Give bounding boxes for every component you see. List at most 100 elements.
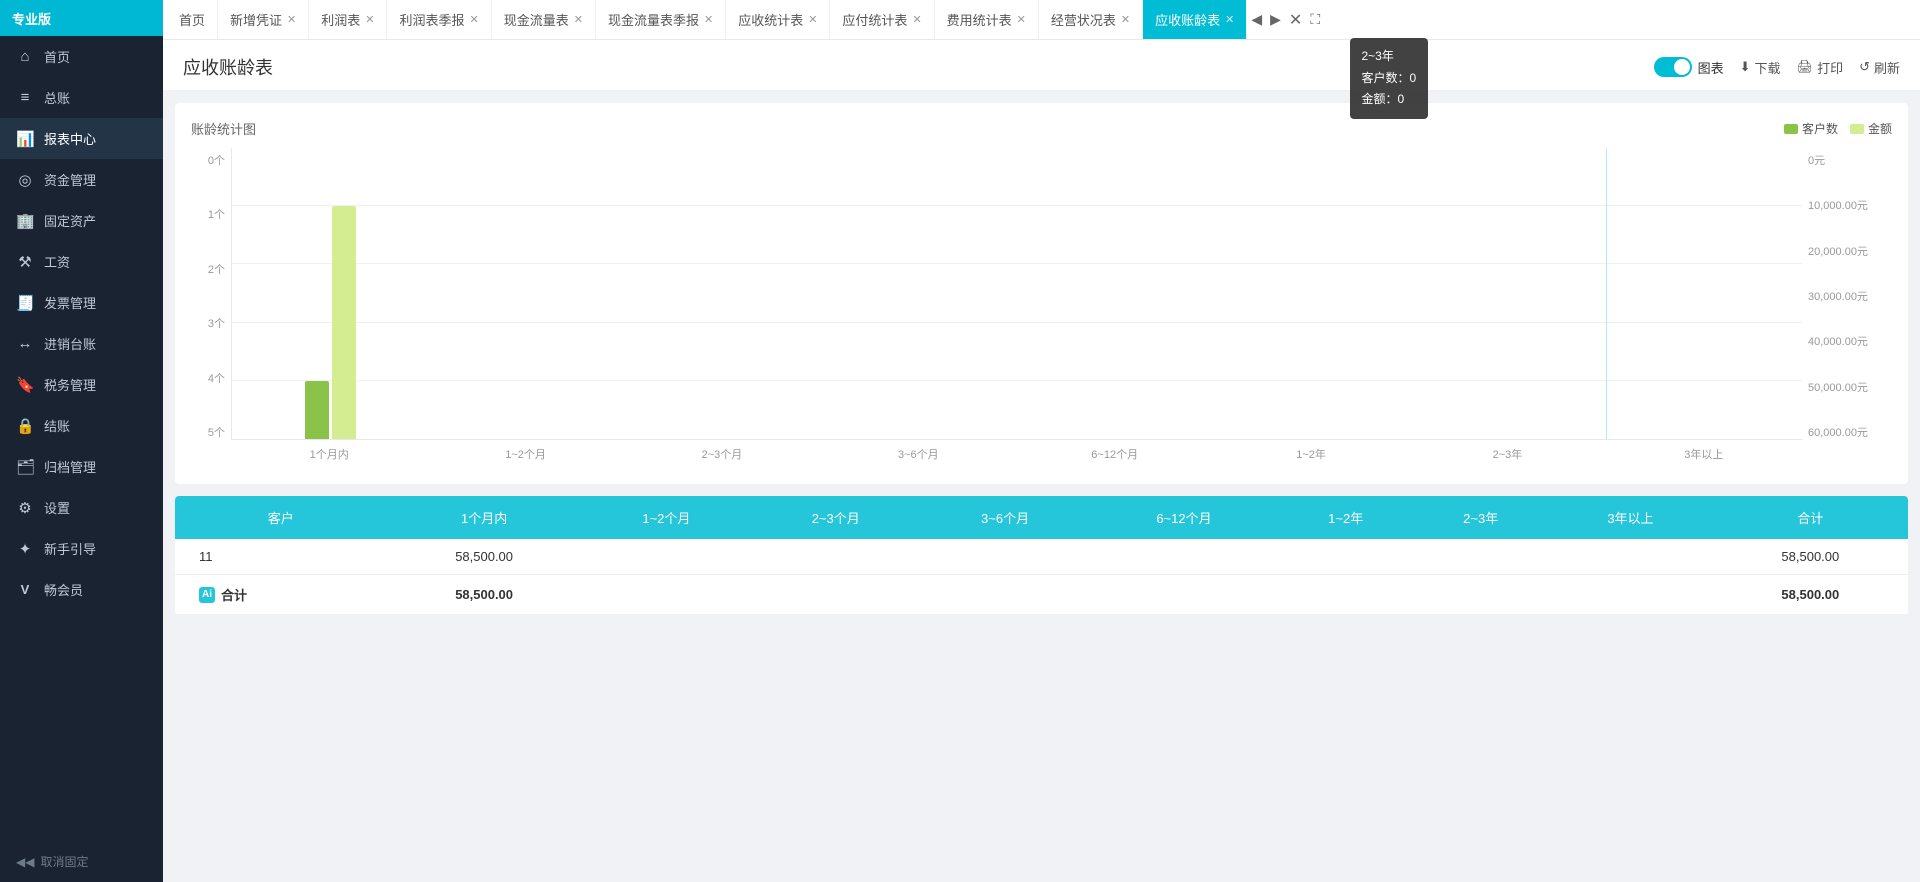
tab-ar-aging-close[interactable]: ✕ [1225,13,1234,26]
sidebar-item-inventory[interactable]: ↔ 进销台账 [0,323,163,364]
tab-ar-stat-close[interactable]: ✕ [808,13,817,26]
sidebar-logo: 专业版 [0,0,163,36]
member-icon: V [16,582,34,597]
tab-home-label: 首页 [179,10,205,29]
total-label-cell: Ai 合计 [175,575,387,615]
funds-icon: ◎ [16,171,34,189]
tab-biz-status[interactable]: 经营状况表 ✕ [1039,0,1143,39]
tab-cashflow-quarter[interactable]: 现金流量表季报 ✕ [596,0,726,39]
x-label-0: 1个月内 [231,446,427,462]
bar-group-7 [1606,148,1802,439]
tab-profit-close[interactable]: ✕ [365,13,374,26]
col-three-six: 3~6个月 [920,496,1089,539]
sidebar-item-closing[interactable]: 🔒 结账 [0,405,163,446]
main-content: 首页 新增凭证 ✕ 利润表 ✕ 利润表季报 ✕ 现金流量表 ✕ 现金流量表季报 … [163,0,1920,882]
legend-amount: 金额 [1850,120,1892,137]
x-label-6: 2~3年 [1409,446,1605,462]
pin-icon: ◀◀ [16,855,34,869]
refresh-button[interactable]: ↺ 刷新 [1859,58,1900,77]
row-customer: 11 [175,539,387,575]
tab-ar-stat[interactable]: 应收统计表 ✕ [726,0,830,39]
sidebar-label-inventory: 进销台账 [44,334,96,353]
tab-profit[interactable]: 利润表 ✕ [309,0,387,39]
download-button[interactable]: ⬇ 下载 [1740,58,1781,77]
sidebar-item-ledger[interactable]: ≡ 总账 [0,77,163,118]
sidebar-label-home: 首页 [44,47,70,66]
guide-icon: ✦ [16,540,34,558]
sidebar-item-guide[interactable]: ✦ 新手引导 [0,528,163,569]
tab-ap-stat-close[interactable]: ✕ [912,13,921,26]
legend-customer: 客户数 [1784,120,1838,137]
tab-next-button[interactable]: ▶ [1266,0,1285,39]
sidebar-item-salary[interactable]: ⚒ 工资 [0,241,163,282]
tab-profit-quarter-close[interactable]: ✕ [470,13,479,26]
table-section: 客户 1个月内 1~2个月 2~3个月 3~6个月 6~12个月 1~2年 2~… [175,496,1908,615]
tab-expand-button[interactable]: ⛶ [1306,11,1324,28]
col-over-three: 3年以上 [1548,496,1713,539]
chart-header: 账龄统计图 客户数 金额 [191,119,1892,138]
tab-expense-stat[interactable]: 费用统计表 ✕ [935,0,1039,39]
tab-voucher-close[interactable]: ✕ [287,13,296,26]
tab-prev-button[interactable]: ◀ [1247,0,1266,39]
chart-title: 账龄统计图 [191,119,256,138]
tooltip-period: 2~3年 [1362,46,1417,68]
print-button[interactable]: 🖨 打印 [1797,58,1844,77]
sidebar-item-funds[interactable]: ◎ 资金管理 [0,159,163,200]
bar-group-0 [232,148,428,439]
bar-group-1 [428,148,624,439]
sidebar-label-funds: 资金管理 [44,170,96,189]
bars-container: 2~3年 客户数：0 金额：0 [232,148,1802,439]
tab-biz-status-close[interactable]: ✕ [1121,13,1130,26]
total-one-two [582,575,751,615]
tab-ar-aging-label: 应收账龄表 [1155,10,1220,29]
col-customer: 客户 [175,496,387,539]
tab-ap-stat[interactable]: 应付统计表 ✕ [830,0,934,39]
sidebar-label-assets: 固定资产 [44,211,96,230]
chart-section: 账龄统计图 客户数 金额 5个 4个 3个 2个 [175,103,1908,484]
y-left-2: 2个 [208,261,225,277]
tooltip-customer: 客户数：0 [1362,68,1417,90]
tab-profit-quarter-label: 利润表季报 [399,10,464,29]
tab-profit-quarter[interactable]: 利润表季报 ✕ [387,0,491,39]
x-label-2: 2~3个月 [624,446,820,462]
tab-ar-aging[interactable]: 应收账龄表 ✕ [1143,0,1247,39]
row-total: 58,500.00 [1713,539,1908,575]
col-six-twelve: 6~12个月 [1090,496,1278,539]
sidebar-item-archive[interactable]: 🗂 归档管理 [0,446,163,487]
sidebar-item-assets[interactable]: 🏢 固定资产 [0,200,163,241]
row-one-two [582,539,751,575]
total-three-six [920,575,1089,615]
sidebar-item-home[interactable]: ⌂ 首页 [0,36,163,77]
chart-plot-area[interactable]: 2~3年 客户数：0 金额：0 [231,148,1802,440]
tab-cashflow-close[interactable]: ✕ [574,13,583,26]
chart-body: 2~3年 客户数：0 金额：0 [231,148,1802,468]
bar-group-5 [1213,148,1409,439]
row-two-three-year [1413,539,1548,575]
y-left-3: 3个 [208,315,225,331]
chart-toggle[interactable] [1654,57,1692,77]
row-one-two-year [1278,539,1413,575]
row-over-three [1548,539,1713,575]
sidebar-item-member[interactable]: V 畅会员 [0,569,163,610]
tax-icon: 🔖 [16,376,34,394]
col-one-two: 1~2个月 [582,496,751,539]
bar-light-0 [332,206,356,439]
sidebar-item-tax[interactable]: 🔖 税务管理 [0,364,163,405]
sidebar-item-reports[interactable]: 📊 报表中心 [0,118,163,159]
total-text: 合计 [221,585,247,604]
tab-cashflow-quarter-close[interactable]: ✕ [704,13,713,26]
sidebar-pin-toggle[interactable]: ◀◀ 取消固定 [0,841,163,882]
header-actions: 金额 图表 ⬇ 下载 🖨 打印 ↺ 刷新 [1654,57,1900,77]
tab-home[interactable]: 首页 [167,0,218,39]
total-one-two-year [1278,575,1413,615]
tab-expense-stat-close[interactable]: ✕ [1017,13,1026,26]
total-two-three-year [1413,575,1548,615]
tab-cashflow[interactable]: 现金流量表 ✕ [492,0,596,39]
sidebar-label-closing: 结账 [44,416,70,435]
reports-icon: 📊 [16,130,34,148]
tab-voucher[interactable]: 新增凭证 ✕ [218,0,309,39]
sidebar-item-settings[interactable]: ⚙ 设置 [0,487,163,528]
chart-inner: 5个 4个 3个 2个 1个 0个 [191,148,1892,468]
tab-close-all-button[interactable]: ✕ [1285,10,1306,30]
sidebar-item-invoice[interactable]: 🧾 发票管理 [0,282,163,323]
